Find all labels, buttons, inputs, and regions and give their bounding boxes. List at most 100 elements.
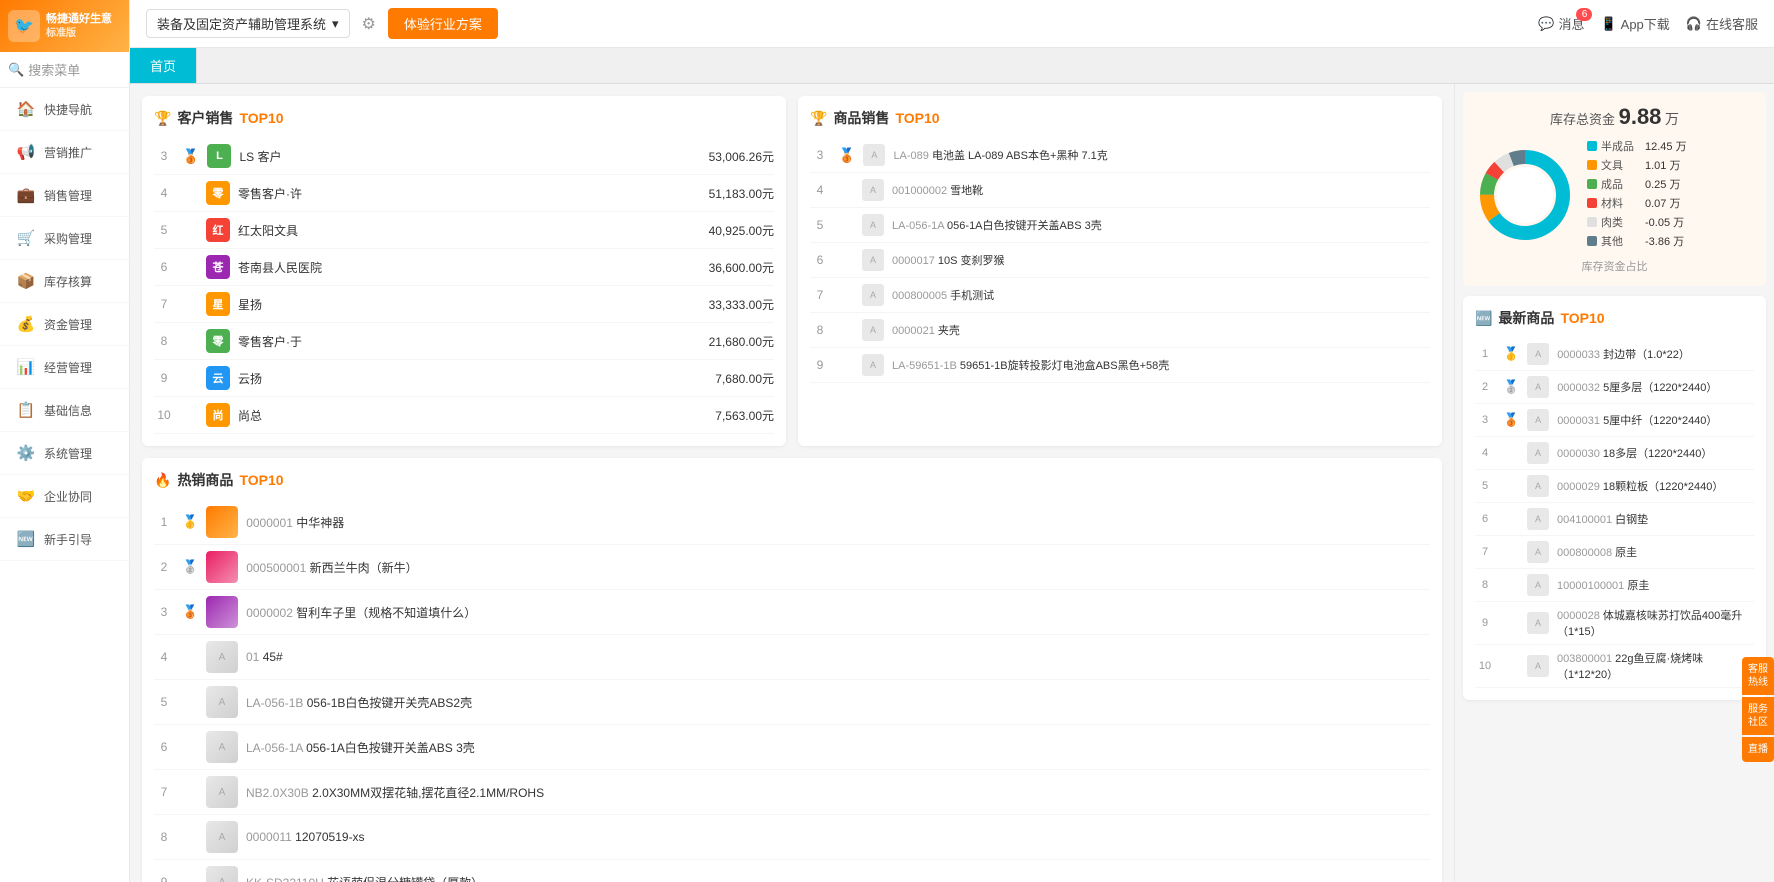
newest-item: 5 A 0000029 18颗粒板（1220*2440） — [1475, 470, 1754, 503]
ranking-item: 10 尚 尚总 7,563.00元 — [154, 397, 774, 434]
sidebar-item-sales[interactable]: 💼 销售管理 — [0, 174, 129, 217]
product-image: A — [206, 686, 238, 718]
customer-service-hotline-button[interactable]: 客服热线 — [1742, 657, 1774, 695]
legend-item: 材料 0.07 万 — [1587, 195, 1687, 211]
sidebar-item-finance[interactable]: 💰 资金管理 — [0, 303, 129, 346]
ranking-item: 3 🥉 L LS 客户 53,006.26元 — [154, 138, 774, 175]
sidebar-item-label: 新手引导 — [44, 531, 92, 548]
product-item: 8 A 0000011 12070519-xs — [154, 815, 1430, 860]
ranking-item: 4 A 001000002 雪地靴 — [810, 173, 1430, 208]
legend-item: 半成品 12.45 万 — [1587, 138, 1687, 154]
logo-icon: 🐦 — [8, 10, 40, 42]
customer-amount: 7,563.00元 — [715, 407, 774, 424]
hot-sell-right-title: 🏆 商品销售 TOP10 — [810, 108, 1430, 128]
basic-info-icon: 📋 — [16, 401, 36, 419]
legend-item: 肉类 -0.05 万 — [1587, 214, 1687, 230]
sidebar-item-enterprise[interactable]: 🤝 企业协同 — [0, 475, 129, 518]
live-stream-button[interactable]: 直播 — [1742, 737, 1774, 762]
app-download-button[interactable]: 📱 App下载 — [1600, 14, 1669, 33]
inventory-card: 库存总资金 9.88 万 — [1463, 92, 1766, 286]
system-selector[interactable]: 装备及固定资产辅助管理系统 ▾ — [146, 9, 350, 38]
product-image: A — [206, 776, 238, 808]
sidebar-item-shortcuts[interactable]: 🏠 快捷导航 — [0, 88, 129, 131]
customer-name: LS 客户 — [239, 148, 700, 165]
newest-item: 10 A 003800001 22g鱼豆腐·烧烤味（1*12*20） — [1475, 645, 1754, 688]
customer-name: 星扬 — [238, 296, 701, 313]
online-service-button[interactable]: 🎧 在线客服 — [1686, 14, 1758, 33]
medal-icon: 🥈 — [1503, 379, 1519, 395]
newest-item: 2 🥈 A 0000032 5厘多层（1220*2440） — [1475, 371, 1754, 404]
top-section: 🏆 客户销售 TOP10 3 🥉 L LS 客户 53,006.26元 4 — [142, 96, 1442, 446]
medal-icon: 🥇 — [1503, 346, 1519, 362]
legend-item: 文具 1.01 万 — [1587, 157, 1687, 173]
avatar: 红 — [206, 218, 230, 242]
sidebar-item-system[interactable]: ⚙️ 系统管理 — [0, 432, 129, 475]
search-label: 搜索菜单 — [28, 60, 80, 79]
inventory-footer: 库存资金占比 — [1475, 258, 1754, 274]
msg-badge: 6 — [1576, 8, 1592, 21]
avatar: 苍 — [206, 255, 230, 279]
hot-products-card: 🔥 热销商品 TOP10 1 🥇 0000001 中华神器 — [142, 458, 1442, 882]
legend-color-dot — [1587, 198, 1597, 208]
product-item: 5 A LA-056-1B 056-1B白色按键开关壳ABS2壳 — [154, 680, 1430, 725]
sidebar-item-label: 库存核算 — [44, 273, 92, 290]
legend-item: 其他 -3.86 万 — [1587, 233, 1687, 249]
sidebar-item-operations[interactable]: 📊 经营管理 — [0, 346, 129, 389]
ranking-item: 8 零 零售客户·于 21,680.00元 — [154, 323, 774, 360]
topbar: 装备及固定资产辅助管理系统 ▾ ⚙ 体验行业方案 💬 消息 6 📱 App下载 … — [130, 0, 1774, 48]
newest-item: 6 A 004100001 白钢垫 — [1475, 503, 1754, 536]
legend-color-dot — [1587, 160, 1597, 170]
ranking-item: 5 红 红太阳文具 40,925.00元 — [154, 212, 774, 249]
product-thumb: A — [1527, 442, 1549, 464]
sidebar-item-purchase[interactable]: 🛒 采购管理 — [0, 217, 129, 260]
finance-icon: 💰 — [16, 315, 36, 333]
sidebar-item-label: 销售管理 — [44, 187, 92, 204]
ranking-item: 9 云 云扬 7,680.00元 — [154, 360, 774, 397]
avatar: 星 — [206, 292, 230, 316]
inventory-icon: 📦 — [16, 272, 36, 290]
mobile-icon: 📱 — [1600, 16, 1616, 32]
trial-button[interactable]: 体验行业方案 — [388, 8, 498, 39]
avatar: L — [207, 144, 231, 168]
message-icon: 💬 — [1538, 16, 1554, 32]
avatar: 云 — [206, 366, 230, 390]
customer-amount: 33,333.00元 — [709, 296, 774, 313]
inventory-donut-chart — [1475, 145, 1575, 245]
guide-icon: 🆕 — [16, 530, 36, 548]
sidebar-item-inventory[interactable]: 📦 库存核算 — [0, 260, 129, 303]
customer-name: 零售客户·于 — [238, 333, 701, 350]
main-content: 🏆 客户销售 TOP10 3 🥉 L LS 客户 53,006.26元 4 — [130, 84, 1454, 882]
hot-sell-right-card: 🏆 商品销售 TOP10 3 🥉 A LA-089 电池盖 LA-089 ABS… — [798, 96, 1442, 446]
customer-ranking-card: 🏆 客户销售 TOP10 3 🥉 L LS 客户 53,006.26元 4 — [142, 96, 786, 446]
customer-amount: 21,680.00元 — [709, 333, 774, 350]
messages-button[interactable]: 💬 消息 6 — [1538, 14, 1584, 33]
tab-home[interactable]: 首页 — [130, 48, 197, 83]
sidebar-item-guide[interactable]: 🆕 新手引导 — [0, 518, 129, 561]
sidebar-item-marketing[interactable]: 📢 营销推广 — [0, 131, 129, 174]
ranking-item: 9 A LA-59651-1B 59651-1B旋转投影灯电池盒ABS黑色+58… — [810, 348, 1430, 383]
product-thumb: A — [1527, 541, 1549, 563]
product-item: 4 A 01 45# — [154, 635, 1430, 680]
sidebar-item-label: 基础信息 — [44, 402, 92, 419]
product-thumb: A — [862, 249, 884, 271]
newest-products-title: 🆕 最新商品 TOP10 — [1475, 308, 1754, 328]
customer-name: 云扬 — [238, 370, 707, 387]
product-item: 7 A NB2.0X30B 2.0X30MM双摆花轴,摆花直径2.1MM/ROH… — [154, 770, 1430, 815]
service-community-button[interactable]: 服务社区 — [1742, 697, 1774, 735]
ranking-item: 8 A 0000021 夹壳 — [810, 313, 1430, 348]
gear-icon[interactable]: ⚙ — [362, 14, 376, 34]
float-service: 客服热线 服务社区 直播 — [1742, 657, 1774, 762]
newest-item: 7 A 000800008 原圭 — [1475, 536, 1754, 569]
product-thumb: A — [1527, 376, 1549, 398]
ranking-item: 3 🥉 A LA-089 电池盖 LA-089 ABS本色+黑种 7.1克 — [810, 138, 1430, 173]
newest-item: 1 🥇 A 0000033 封边带（1.0*22） — [1475, 338, 1754, 371]
sidebar-item-label: 资金管理 — [44, 316, 92, 333]
ranking-item: 5 A LA-056-1A 056-1A白色按键开关盖ABS 3壳 — [810, 208, 1430, 243]
customer-amount: 7,680.00元 — [715, 370, 774, 387]
enterprise-icon: 🤝 — [16, 487, 36, 505]
sidebar-search[interactable]: 🔍 搜索菜单 — [0, 52, 129, 88]
product-image — [206, 551, 238, 583]
newest-item: 9 A 0000028 体城嘉核味苏打饮品400毫升（1*15） — [1475, 602, 1754, 645]
system-icon: ⚙️ — [16, 444, 36, 462]
sidebar-item-basic-info[interactable]: 📋 基础信息 — [0, 389, 129, 432]
